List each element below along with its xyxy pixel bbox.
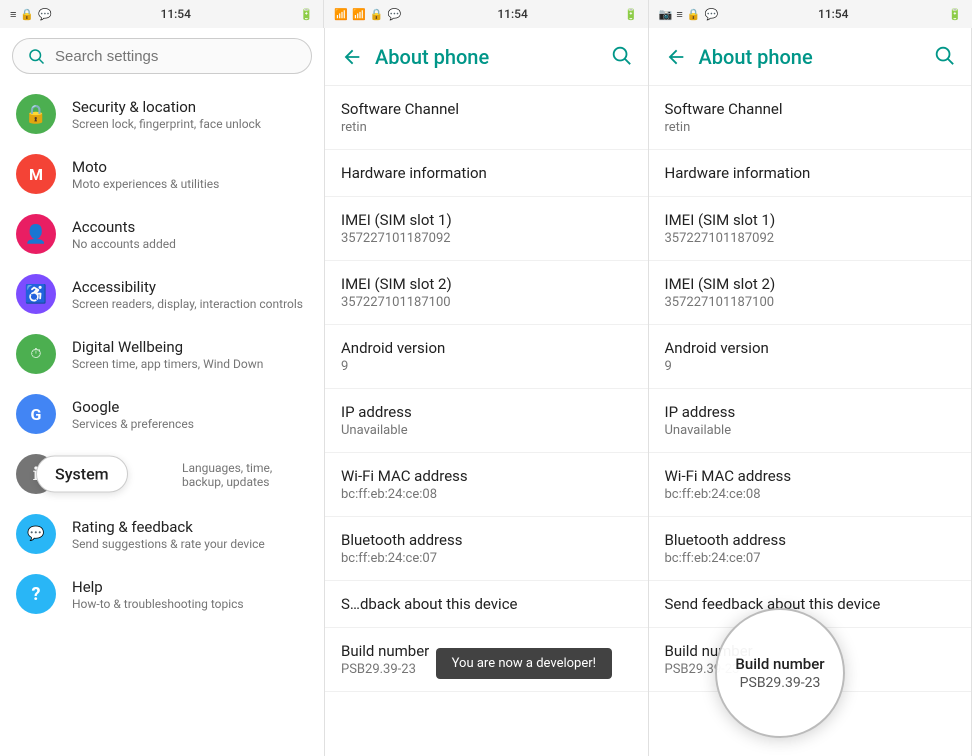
info-software-channel-right[interactable]: Software Channel retin [649,86,972,150]
battery-icon-mid: 🔋 [624,8,638,21]
system-subtitle: Languages, time, backup, updates [182,461,308,489]
rating-icon: 💬 [16,514,56,554]
google-icon: G [16,394,56,434]
about-panel-header-middle: About phone [325,28,648,86]
info-imei1-mid[interactable]: IMEI (SIM slot 1) 357227101187092 [325,197,648,261]
battery-icon-left: 🔋 [300,8,314,21]
digital-wellbeing-icon: ⏱ [16,334,56,374]
info-bt-right[interactable]: Bluetooth address bc:ff:eb:24:ce:07 [649,517,972,581]
search-button-right[interactable] [933,44,955,70]
main-content: 🔒 Security & location Screen lock, finge… [0,28,972,756]
sidebar-item-google[interactable]: G Google Services & preferences [0,384,324,444]
status-icons-mid: 📶 📶 🔒 💬 [334,8,401,21]
battery-icon-right: 🔋 [948,8,962,21]
sidebar-item-digital-wellbeing[interactable]: ⏱ Digital Wellbeing Screen time, app tim… [0,324,324,384]
accounts-subtitle: No accounts added [72,237,308,251]
info-imei2-mid[interactable]: IMEI (SIM slot 2) 357227101187100 [325,261,648,325]
sidebar-item-accessibility[interactable]: ♿ Accessibility Screen readers, display,… [0,264,324,324]
status-time-mid: 11:54 [497,7,527,21]
info-ip-right[interactable]: IP address Unavailable [649,389,972,453]
sidebar-item-system[interactable]: ℹ System Languages, time, backup, update… [0,444,324,504]
icon-hamburger: ≡ [10,8,16,21]
moto-title: Moto [72,158,308,176]
icon-signal1: 📶 [334,8,348,21]
search-icon [27,47,45,65]
help-subtitle: How-to & troubleshooting topics [72,597,308,611]
status-time-right: 11:54 [818,7,848,21]
back-button-right[interactable] [665,46,687,68]
security-title: Security & location [72,98,308,116]
info-feedback-mid[interactable]: S…dback about this device [325,581,648,628]
sidebar-item-accounts[interactable]: 👤 Accounts No accounts added [0,204,324,264]
digital-wellbeing-title: Digital Wellbeing [72,338,308,356]
info-wifi-mid[interactable]: Wi-Fi MAC address bc:ff:eb:24:ce:08 [325,453,648,517]
help-icon: ? [16,574,56,614]
info-hardware-mid[interactable]: Hardware information [325,150,648,197]
settings-panel: 🔒 Security & location Screen lock, finge… [0,28,325,756]
search-bar-container[interactable] [12,38,312,74]
accessibility-icon: ♿ [16,274,56,314]
system-tooltip-text: System [55,465,109,484]
info-hardware-right[interactable]: Hardware information [649,150,972,197]
accounts-icon: 👤 [16,214,56,254]
moto-subtitle: Moto experiences & utilities [72,177,308,191]
help-title: Help [72,578,308,596]
moto-icon: M [16,154,56,194]
toast-message: You are now a developer! [452,656,596,671]
about-panel-header-right: About phone [649,28,972,86]
panel-title-right: About phone [699,45,922,69]
info-software-channel-mid[interactable]: Software Channel retin [325,86,648,150]
toast-notification: You are now a developer! [436,648,612,679]
info-imei1-right[interactable]: IMEI (SIM slot 1) 357227101187092 [649,197,972,261]
info-android-mid[interactable]: Android version 9 [325,325,648,389]
icon-camera: 📷 [659,8,673,21]
accessibility-subtitle: Screen readers, display, interaction con… [72,297,308,311]
build-circle-title: Build number [735,655,824,673]
rating-subtitle: Send suggestions & rate your device [72,537,308,551]
panel-title-middle: About phone [375,45,598,69]
icon-lock: 🔒 [20,8,34,21]
status-section-mid: 📶 📶 🔒 💬 11:54 🔋 [324,0,648,28]
icon-lock-right: 🔒 [687,8,701,21]
build-number-circle: Build number PSB29.39-23 [715,608,845,738]
security-subtitle: Screen lock, fingerprint, face unlock [72,117,308,131]
sidebar-item-security[interactable]: 🔒 Security & location Screen lock, finge… [0,84,324,144]
info-bt-mid[interactable]: Bluetooth address bc:ff:eb:24:ce:07 [325,517,648,581]
status-bar: ≡ 🔒 💬 11:54 🔋 📶 📶 🔒 💬 11:54 🔋 📷 ≡ 🔒 💬 11… [0,0,972,28]
digital-wellbeing-subtitle: Screen time, app timers, Wind Down [72,357,308,371]
system-tooltip-bubble: System [36,456,128,493]
status-icons-right: 📷 ≡ 🔒 💬 [659,8,719,21]
info-ip-mid[interactable]: IP address Unavailable [325,389,648,453]
sidebar-item-help[interactable]: ? Help How-to & troubleshooting topics [0,564,324,624]
status-section-left: ≡ 🔒 💬 11:54 🔋 [0,0,324,28]
back-button-middle[interactable] [341,46,363,68]
status-section-right: 📷 ≡ 🔒 💬 11:54 🔋 [649,0,972,28]
accessibility-title: Accessibility [72,278,308,296]
status-icons-left: ≡ 🔒 💬 [10,8,52,21]
info-android-right[interactable]: Android version 9 [649,325,972,389]
icon-hamburger-right: ≡ [676,8,682,21]
sidebar-item-rating[interactable]: 💬 Rating & feedback Send suggestions & r… [0,504,324,564]
panels-wrapper: About phone Software Channel retin Hardw… [325,28,972,756]
accounts-title: Accounts [72,218,308,236]
settings-list: 🔒 Security & location Screen lock, finge… [0,84,324,756]
search-button-middle[interactable] [610,44,632,70]
icon-msg-mid: 💬 [387,8,401,21]
search-input[interactable] [55,48,297,65]
security-icon: 🔒 [16,94,56,134]
info-imei2-right[interactable]: IMEI (SIM slot 2) 357227101187100 [649,261,972,325]
about-panel-middle: About phone Software Channel retin Hardw… [325,28,649,756]
status-time-left: 11:54 [161,7,191,21]
google-title: Google [72,398,308,416]
rating-title: Rating & feedback [72,518,308,536]
sidebar-item-moto[interactable]: M Moto Moto experiences & utilities [0,144,324,204]
build-circle-value: PSB29.39-23 [740,675,821,691]
icon-lock-mid: 🔒 [370,8,384,21]
info-wifi-right[interactable]: Wi-Fi MAC address bc:ff:eb:24:ce:08 [649,453,972,517]
google-subtitle: Services & preferences [72,417,308,431]
icon-msg: 💬 [38,8,52,21]
icon-msg-right: 💬 [704,8,718,21]
icon-signal2: 📶 [352,8,366,21]
